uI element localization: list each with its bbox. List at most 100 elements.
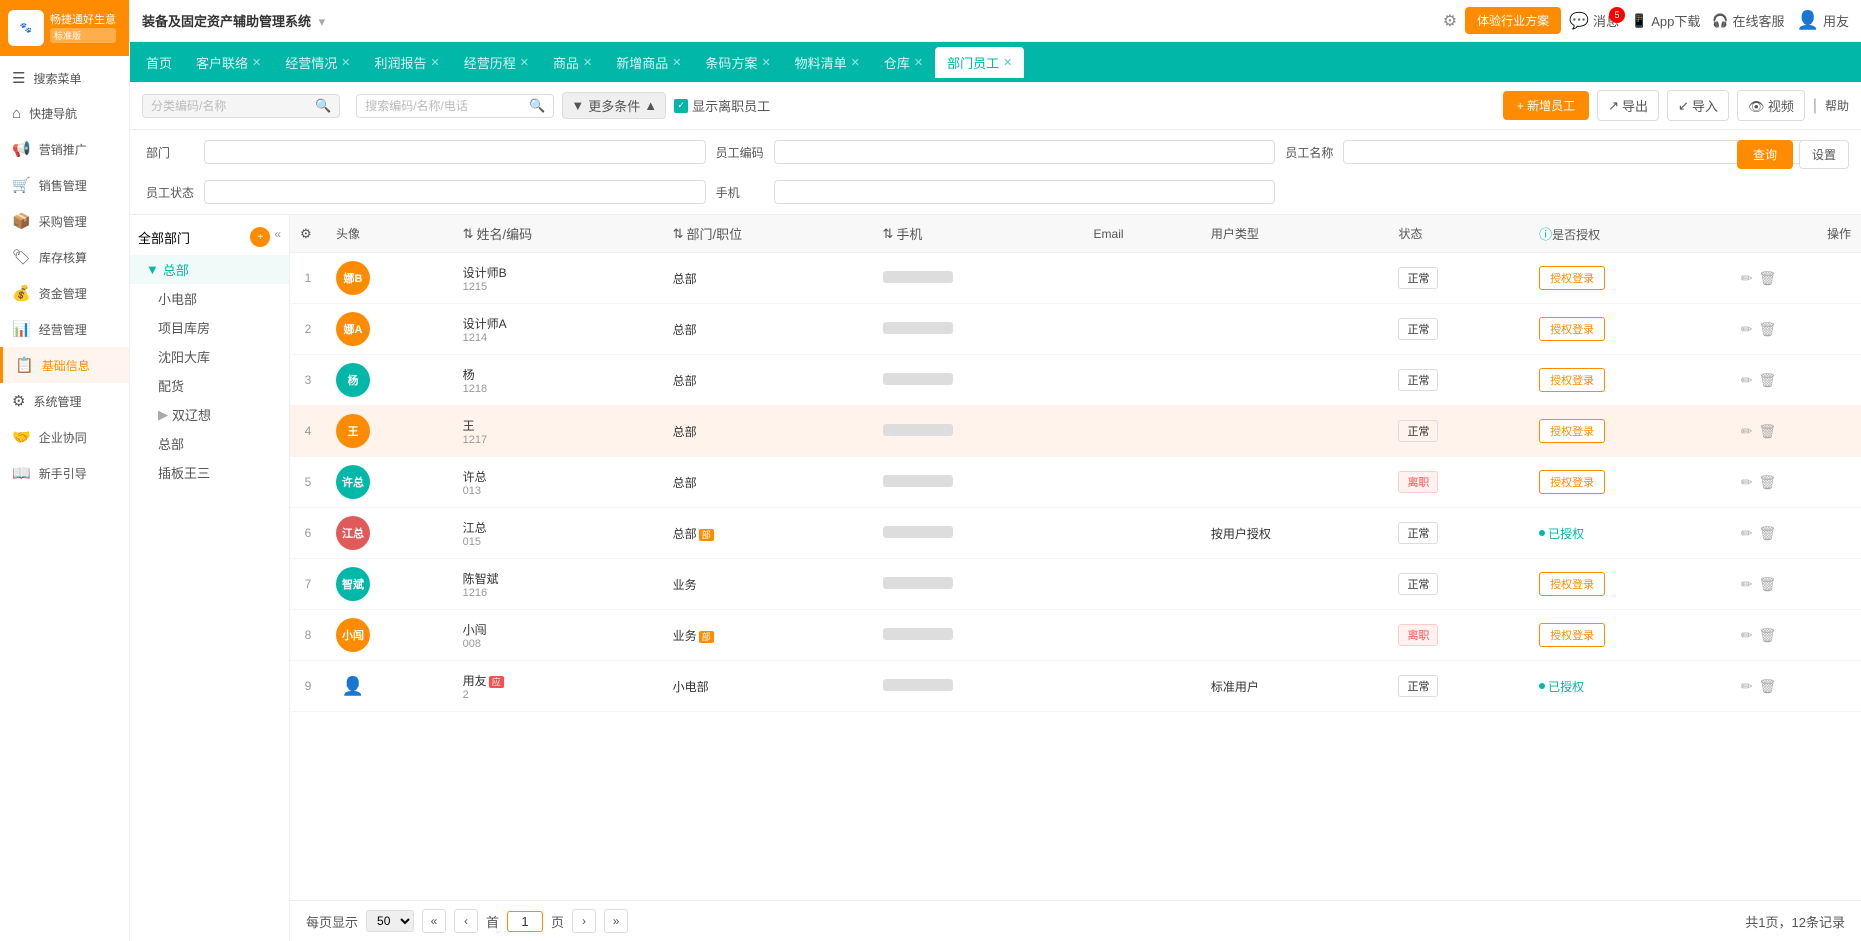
more-filters-button[interactable]: ▼ 更多条件 ▲: [562, 92, 666, 119]
authorize-button[interactable]: 授权登录: [1539, 317, 1605, 341]
query-button[interactable]: 查询: [1737, 140, 1793, 169]
edit-icon[interactable]: ✏: [1741, 576, 1753, 593]
tab-operation-process[interactable]: 经营历程 ✕: [452, 47, 541, 78]
close-icon[interactable]: ✕: [914, 56, 923, 69]
dept-select[interactable]: [204, 140, 706, 164]
delete-icon[interactable]: 🗑: [1759, 474, 1777, 491]
close-icon[interactable]: ✕: [520, 56, 529, 69]
delete-icon[interactable]: 🗑: [1759, 627, 1777, 644]
close-icon[interactable]: ✕: [341, 56, 350, 69]
th-settings[interactable]: ⚙: [290, 215, 326, 253]
close-icon[interactable]: ✕: [672, 56, 681, 69]
employee-code-input[interactable]: [774, 140, 1276, 164]
sidebar-item-basic[interactable]: 📋 基础信息: [0, 347, 129, 383]
per-page-select[interactable]: 50: [366, 910, 414, 932]
reset-button[interactable]: 设置: [1799, 140, 1849, 169]
edit-icon[interactable]: ✏: [1741, 321, 1753, 338]
delete-icon[interactable]: 🗑: [1759, 372, 1777, 389]
sidebar-item-inventory[interactable]: 🏷 库存核算: [0, 239, 129, 275]
add-employee-button[interactable]: + 新增员工: [1503, 91, 1589, 120]
authorize-button[interactable]: 授权登录: [1539, 266, 1605, 290]
dept-item-zongbu2[interactable]: 总部: [130, 429, 289, 458]
tab-dept-employee[interactable]: 部门员工 ✕: [935, 47, 1024, 78]
prev-page-button[interactable]: ‹: [454, 909, 478, 933]
app-download-action[interactable]: 📱 App下载: [1631, 11, 1700, 30]
authorize-button[interactable]: 授权登录: [1539, 368, 1605, 392]
edit-icon[interactable]: ✏: [1741, 474, 1753, 491]
tab-barcode[interactable]: 条码方案 ✕: [693, 47, 782, 78]
tab-goods[interactable]: 商品 ✕: [541, 47, 604, 78]
online-service-action[interactable]: 🎧 在线客服: [1712, 11, 1784, 30]
th-dept-position[interactable]: ⇅ 部门/职位: [663, 215, 873, 253]
tab-add-goods[interactable]: 新增商品 ✕: [604, 47, 693, 78]
close-icon[interactable]: ✕: [851, 56, 860, 69]
close-icon[interactable]: ✕: [431, 56, 440, 69]
close-icon[interactable]: ✕: [583, 56, 592, 69]
tab-home[interactable]: 首页: [134, 47, 184, 78]
sidebar-item-operation[interactable]: 📊 经营管理: [0, 311, 129, 347]
sidebar-item-finance[interactable]: 💰 资金管理: [0, 275, 129, 311]
sidebar-item-collab[interactable]: 🤝 企业协同: [0, 419, 129, 455]
tab-operation-status[interactable]: 经营情况 ✕: [273, 47, 362, 78]
edit-icon[interactable]: ✏: [1741, 525, 1753, 542]
authorize-button[interactable]: 授权登录: [1539, 572, 1605, 596]
sidebar-item-search[interactable]: ☰ 搜索菜单: [0, 60, 129, 96]
dept-item-project[interactable]: 项目库房: [130, 313, 289, 342]
delete-icon[interactable]: 🗑: [1759, 423, 1777, 440]
status-select[interactable]: [204, 180, 706, 204]
sidebar-item-purchase[interactable]: 📦 采购管理: [0, 203, 129, 239]
collapse-icon[interactable]: «: [274, 227, 281, 247]
th-name-code[interactable]: ⇅ 姓名/编码: [453, 215, 663, 253]
last-page-button[interactable]: »: [604, 909, 628, 933]
dept-item-distribution[interactable]: 配货: [130, 371, 289, 400]
show-resigned-check[interactable]: ✓ 显示离职员工: [674, 96, 770, 115]
dept-item-placeholder[interactable]: 插板王三: [130, 458, 289, 487]
settings-wrap[interactable]: ⚙: [1443, 11, 1457, 31]
edit-icon[interactable]: ✏: [1741, 627, 1753, 644]
trial-button[interactable]: 体验行业方案: [1465, 7, 1561, 34]
page-number-input[interactable]: [507, 911, 543, 932]
phone-input[interactable]: [774, 180, 1276, 204]
first-page-button[interactable]: «: [422, 909, 446, 933]
tab-customer[interactable]: 客户联络 ✕: [184, 47, 273, 78]
tab-profit[interactable]: 利润报告 ✕: [362, 47, 451, 78]
authorize-button[interactable]: 授权登录: [1539, 419, 1605, 443]
close-icon[interactable]: ✕: [1003, 56, 1012, 69]
message-action[interactable]: 💬 5 消息: [1569, 11, 1619, 31]
sidebar-item-quicknav[interactable]: ⌂ 快捷导航: [0, 96, 129, 131]
authorize-button[interactable]: 授权登录: [1539, 623, 1605, 647]
user-action[interactable]: 👤 用友: [1797, 10, 1849, 31]
export-button[interactable]: ↗ 导出: [1597, 90, 1659, 121]
edit-icon[interactable]: ✏: [1741, 270, 1753, 287]
edit-icon[interactable]: ✏: [1741, 678, 1753, 695]
dept-item-shuangliao[interactable]: ▶ 双辽想: [130, 400, 289, 429]
dept-item-zongbu[interactable]: ▼ 总部: [130, 255, 289, 284]
delete-icon[interactable]: 🗑: [1759, 321, 1777, 338]
sidebar-item-system[interactable]: ⚙ 系统管理: [0, 383, 129, 419]
next-page-button[interactable]: ›: [572, 909, 596, 933]
edit-icon[interactable]: ✏: [1741, 372, 1753, 389]
close-icon[interactable]: ✕: [252, 56, 261, 69]
top-search-input[interactable]: [151, 99, 311, 113]
view-button[interactable]: 👁 视频: [1737, 90, 1805, 121]
dept-item-xiaodian[interactable]: 小电部: [130, 284, 289, 313]
help-link[interactable]: 帮助: [1825, 97, 1849, 114]
add-dept-button[interactable]: +: [250, 227, 270, 247]
close-icon[interactable]: ✕: [761, 56, 770, 69]
edit-icon[interactable]: ✏: [1741, 423, 1753, 440]
tab-warehouse[interactable]: 仓库 ✕: [872, 47, 935, 78]
delete-icon[interactable]: 🗑: [1759, 270, 1777, 287]
sidebar-item-marketing[interactable]: 📢 营销推广: [0, 131, 129, 167]
dept-item-shenyang[interactable]: 沈阳大库: [130, 342, 289, 371]
sidebar-item-sales[interactable]: 🛒 销售管理: [0, 167, 129, 203]
import-button[interactable]: ↙ 导入: [1667, 90, 1729, 121]
row-status: 正常: [1388, 559, 1529, 610]
authorize-button[interactable]: 授权登录: [1539, 470, 1605, 494]
delete-icon[interactable]: 🗑: [1759, 678, 1777, 695]
th-phone[interactable]: ⇅ 手机: [873, 215, 1084, 253]
delete-icon[interactable]: 🗑: [1759, 525, 1777, 542]
phone-search-input[interactable]: [365, 99, 525, 113]
delete-icon[interactable]: 🗑: [1759, 576, 1777, 593]
sidebar-item-guide[interactable]: 📖 新手引导: [0, 455, 129, 491]
tab-material[interactable]: 物料清单 ✕: [783, 47, 872, 78]
